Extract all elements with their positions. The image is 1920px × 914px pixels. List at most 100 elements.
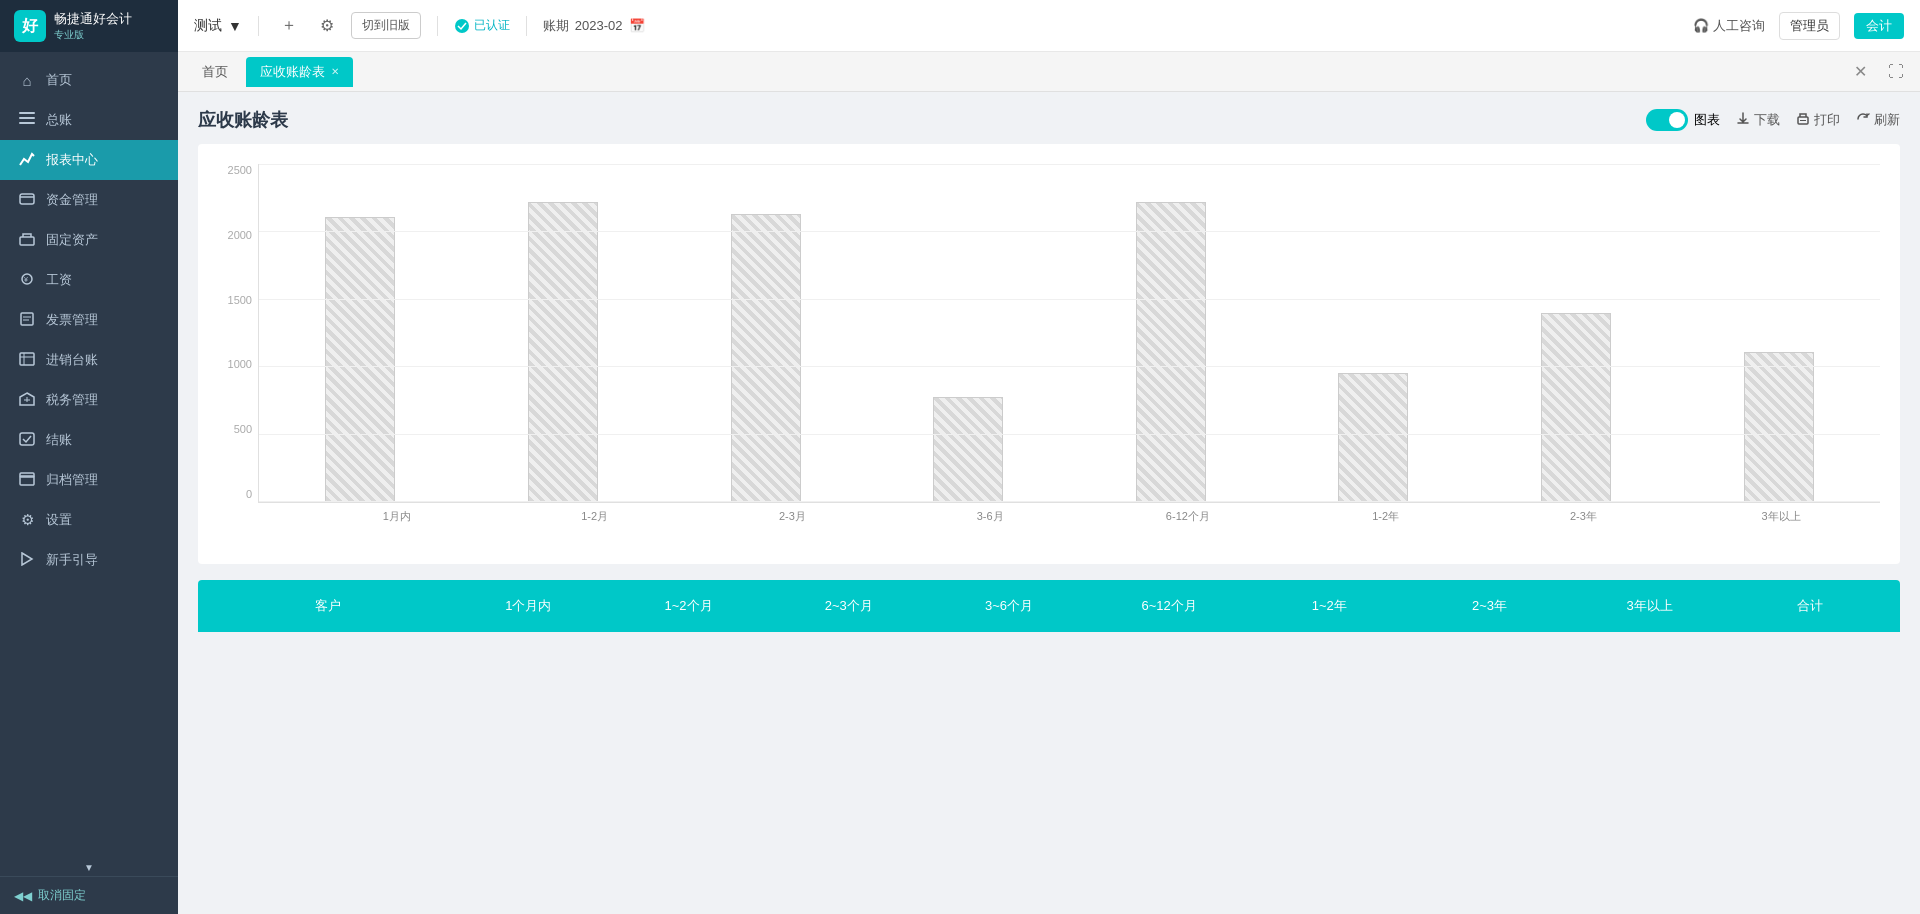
chart-area: 0 500 1000 1500 2000 2500 — [218, 164, 1880, 524]
sidebar-item-archive[interactable]: 归档管理 — [0, 460, 178, 500]
bar-2-3year — [1541, 313, 1611, 502]
page-title: 应收账龄表 — [198, 108, 288, 132]
svg-marker-20 — [22, 553, 32, 565]
bar-1-2year — [1338, 373, 1408, 502]
x-label-1-2year: 1-2年 — [1287, 503, 1485, 524]
th-2-3month: 2~3个月 — [769, 597, 929, 615]
sidebar-item-reports[interactable]: 报表中心 — [0, 140, 178, 180]
y-label-2000: 2000 — [218, 229, 258, 241]
y-label-2500: 2500 — [218, 164, 258, 176]
x-label-3-6month: 3-6月 — [891, 503, 1089, 524]
topbar: 测试 ▼ ＋ ⚙ 切到旧版 已认证 账期 2023-02 📅 🎧 人工咨询 — [178, 0, 1920, 52]
y-label-0: 0 — [218, 488, 258, 500]
bar-group-3year-plus — [1677, 164, 1880, 502]
add-btn[interactable]: ＋ — [275, 12, 303, 40]
y-label-1500: 1500 — [218, 294, 258, 306]
x-label-1-2month: 1-2月 — [496, 503, 694, 524]
settlement-icon — [18, 432, 36, 449]
svg-rect-11 — [20, 353, 34, 365]
calendar-icon[interactable]: 📅 — [629, 18, 645, 33]
sidebar-item-guide[interactable]: 新手引导 — [0, 540, 178, 580]
bar-group-1-2year — [1272, 164, 1475, 502]
topbar-divider-1 — [258, 16, 259, 36]
sidebar-item-fund[interactable]: 资金管理 — [0, 180, 178, 220]
account-period: 账期 2023-02 📅 — [543, 17, 645, 35]
sidebar-item-home[interactable]: ⌂ 首页 — [0, 60, 178, 100]
tabbar: 首页 应收账龄表 ✕ ✕ ⛶ — [178, 52, 1920, 92]
fullscreen-btn[interactable]: ⛶ — [1882, 58, 1910, 86]
table-header: 客户 1个月内 1~2个月 2~3个月 3~6个月 6~12个月 1~2年 2~… — [198, 580, 1900, 632]
sidebar-item-tax[interactable]: 税务管理 — [0, 380, 178, 420]
x-label-2-3month: 2-3月 — [694, 503, 892, 524]
tab-home[interactable]: 首页 — [188, 57, 242, 87]
unpin-icon: ◀◀ — [14, 889, 32, 903]
gear-btn[interactable]: ⚙ — [313, 12, 341, 40]
bars-area — [258, 164, 1880, 503]
svg-rect-8 — [21, 313, 33, 325]
company-selector[interactable]: 测试 ▼ — [194, 17, 242, 35]
tab-close-aging[interactable]: ✕ — [331, 66, 339, 77]
home-icon: ⌂ — [18, 72, 36, 89]
fixed-assets-icon — [18, 232, 36, 249]
sidebar-item-fixed-assets[interactable]: 固定资产 — [0, 220, 178, 260]
svg-text:¥: ¥ — [24, 276, 28, 283]
sidebar-item-invoice[interactable]: 发票管理 — [0, 300, 178, 340]
switch-version-btn[interactable]: 切到旧版 — [351, 12, 421, 39]
y-label-500: 500 — [218, 423, 258, 435]
bar-group-3-6month — [867, 164, 1070, 502]
th-2-3year: 2~3年 — [1409, 597, 1569, 615]
bar-group-6-12month — [1070, 164, 1273, 502]
chart-toggle-wrapper: 图表 — [1646, 109, 1720, 131]
svg-rect-0 — [19, 112, 35, 114]
tabbar-right: ✕ ⛶ — [1846, 58, 1910, 86]
sidebar-item-payroll[interactable]: ¥ 工资 — [0, 260, 178, 300]
bar-6-12month — [1136, 202, 1206, 502]
topbar-divider-3 — [526, 16, 527, 36]
sidebar-nav: ⌂ 首页 总账 报表中心 资金管理 — [0, 52, 178, 859]
sidebar-scroll-down[interactable]: ▼ — [0, 859, 178, 876]
bar-2-3month — [731, 214, 801, 502]
headset-icon: 🎧 — [1693, 18, 1709, 33]
x-label-3year-plus: 3年以上 — [1682, 503, 1880, 524]
th-1-2month: 1~2个月 — [608, 597, 768, 615]
cancel-fixed-btn[interactable]: ◀◀ 取消固定 — [0, 876, 178, 914]
user-btn[interactable]: 管理员 — [1779, 12, 1840, 40]
svg-rect-2 — [19, 122, 35, 124]
print-btn[interactable]: 打印 — [1796, 111, 1840, 129]
close-panel-btn[interactable]: ✕ — [1846, 58, 1874, 86]
settings-icon: ⚙ — [18, 511, 36, 529]
consult-btn[interactable]: 🎧 人工咨询 — [1693, 17, 1765, 35]
chart-toggle[interactable] — [1646, 109, 1688, 131]
bar-1-2month — [528, 202, 598, 502]
svg-rect-17 — [20, 433, 34, 445]
download-btn[interactable]: 下载 — [1736, 111, 1780, 129]
y-label-1000: 1000 — [218, 358, 258, 370]
th-6-12month: 6~12个月 — [1089, 597, 1249, 615]
svg-rect-3 — [20, 194, 34, 204]
x-labels: 1月内 1-2月 2-3月 3-6月 6-12个月 1-2年 2-3年 3年以上 — [258, 503, 1880, 524]
sidebar-item-settlement[interactable]: 结账 — [0, 420, 178, 460]
guide-icon — [18, 552, 36, 569]
topbar-divider-2 — [437, 16, 438, 36]
x-label-1month: 1月内 — [298, 503, 496, 524]
ledger-icon — [18, 112, 36, 129]
logo: 好 畅捷通好会计 专业版 — [0, 0, 178, 52]
payroll-icon: ¥ — [18, 272, 36, 289]
sidebar-item-sales[interactable]: 进销台账 — [0, 340, 178, 380]
svg-rect-19 — [20, 473, 34, 477]
svg-rect-1 — [19, 117, 35, 119]
page-actions: 图表 下载 打印 — [1646, 109, 1900, 131]
sidebar-item-settings[interactable]: ⚙ 设置 — [0, 500, 178, 540]
th-customer: 客户 — [208, 597, 448, 615]
sidebar-item-general-ledger[interactable]: 总账 — [0, 100, 178, 140]
x-label-6-12month: 6-12个月 — [1089, 503, 1287, 524]
sidebar: 好 畅捷通好会计 专业版 ⌂ 首页 总账 — [0, 0, 178, 914]
refresh-btn[interactable]: 刷新 — [1856, 111, 1900, 129]
tab-aging[interactable]: 应收账龄表 ✕ — [246, 57, 353, 87]
bar-group-2-3year — [1475, 164, 1678, 502]
print-icon — [1796, 112, 1810, 129]
svg-rect-5 — [20, 237, 34, 245]
bar-3year-plus — [1744, 352, 1814, 502]
accounting-btn[interactable]: 会计 — [1854, 13, 1904, 39]
logo-text: 畅捷通好会计 专业版 — [54, 11, 132, 41]
